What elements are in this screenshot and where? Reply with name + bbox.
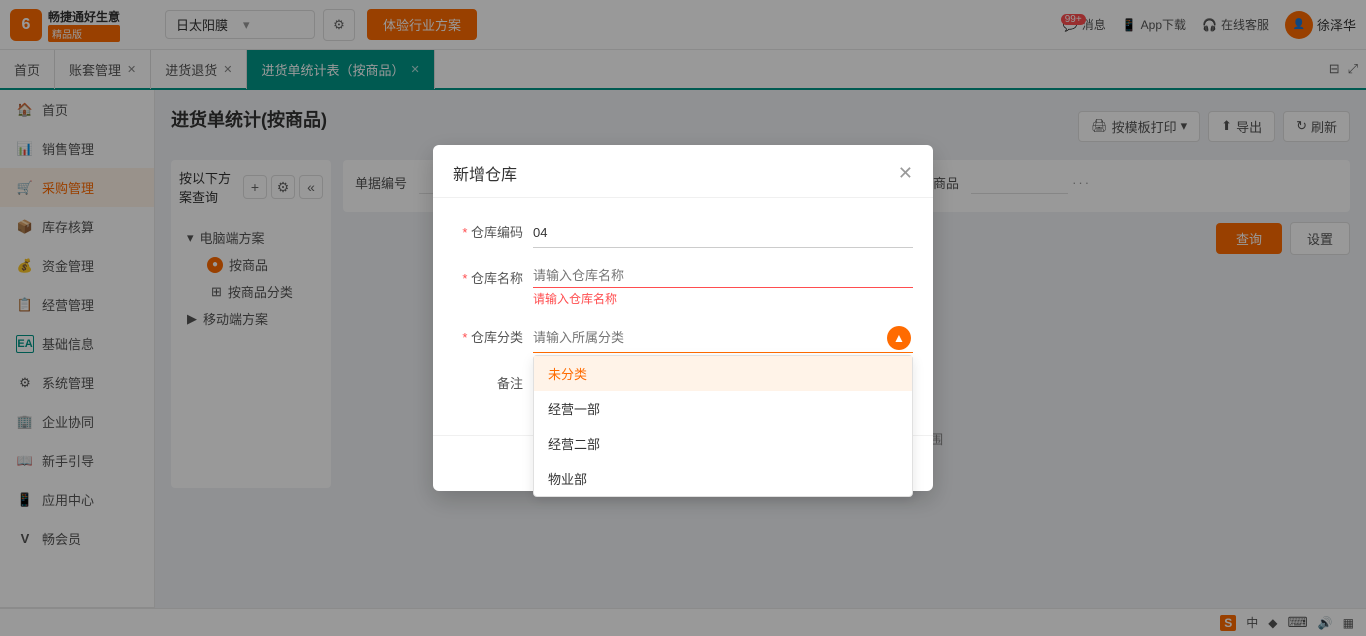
category-toggle-button[interactable]: ▲ xyxy=(887,326,911,350)
dialog-header: 新增仓库 ✕ xyxy=(433,145,933,198)
notes-label: 备注 xyxy=(453,369,523,399)
name-input[interactable] xyxy=(533,264,913,288)
code-label: 仓库编码 xyxy=(453,218,523,248)
cat-option-dept2[interactable]: 经营二部 xyxy=(534,426,912,461)
dialog-title: 新增仓库 xyxy=(453,161,517,185)
name-error-msg: 请输入仓库名称 xyxy=(533,290,913,307)
cat-option-dept3[interactable]: 物业部 xyxy=(534,461,912,496)
dialog-close-button[interactable]: ✕ xyxy=(898,164,913,182)
category-label: 仓库分类 xyxy=(453,323,523,353)
name-input-wrap: 请输入仓库名称 xyxy=(533,264,913,307)
dialog-body: 仓库编码 仓库名称 请输入仓库名称 仓库分类 ▲ 未分类 经营一部 经营二部 物… xyxy=(433,198,933,435)
form-row-name: 仓库名称 请输入仓库名称 xyxy=(453,264,913,307)
name-label: 仓库名称 xyxy=(453,264,523,294)
form-row-category: 仓库分类 ▲ 未分类 经营一部 经营二部 物业部 xyxy=(453,323,913,353)
category-input[interactable] xyxy=(533,323,913,353)
add-warehouse-dialog: 新增仓库 ✕ 仓库编码 仓库名称 请输入仓库名称 仓库分类 ▲ 未分类 经营 xyxy=(433,145,933,491)
form-row-code: 仓库编码 xyxy=(453,218,913,248)
cat-option-dept1[interactable]: 经营一部 xyxy=(534,391,912,426)
code-input[interactable] xyxy=(533,218,913,248)
cat-option-unclassified[interactable]: 未分类 xyxy=(534,356,912,391)
category-select-wrap: ▲ 未分类 经营一部 经营二部 物业部 xyxy=(533,323,913,353)
category-dropdown: 未分类 经营一部 经营二部 物业部 xyxy=(533,355,913,497)
